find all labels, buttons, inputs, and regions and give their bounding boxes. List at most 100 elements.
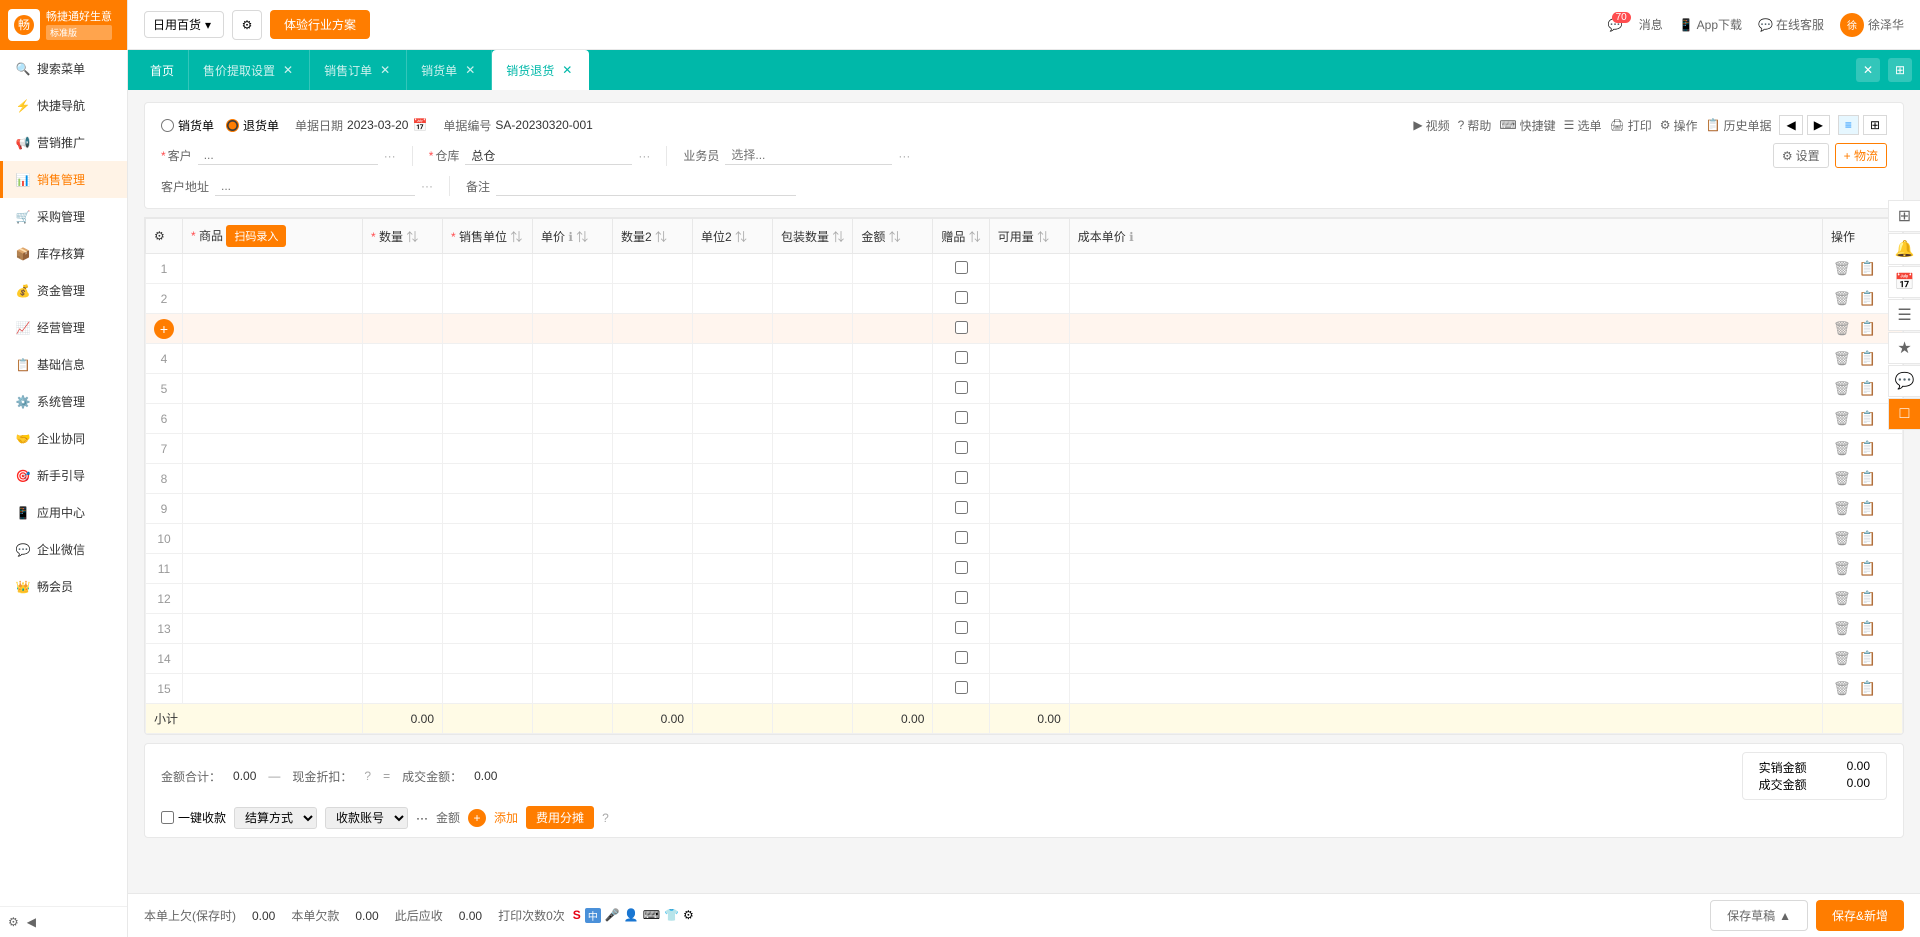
radio-return[interactable]: 退货单 [226, 117, 279, 134]
cost-cell-15[interactable] [1069, 674, 1822, 704]
sidebar-item-0[interactable]: 🔍 搜索菜单 [0, 50, 127, 87]
right-tool-list[interactable]: ☰ [1888, 299, 1920, 331]
price-cell-8[interactable] [533, 464, 613, 494]
cost-cell-4[interactable] [1069, 344, 1822, 374]
pack-cell-15[interactable] [773, 674, 853, 704]
qty2-cell-11[interactable] [613, 554, 693, 584]
save-new-button[interactable]: 保存&新增 [1816, 900, 1904, 931]
right-tool-chat[interactable]: 💬 [1888, 365, 1920, 397]
qty-cell-5[interactable] [363, 374, 443, 404]
gift-check-14[interactable] [955, 651, 968, 664]
add-payment-button[interactable]: + [468, 809, 486, 827]
save-draft-button[interactable]: 保存草稿 ▲ [1710, 900, 1808, 931]
copy-button-6[interactable]: 📋 [1857, 408, 1878, 429]
price-cell-5[interactable] [533, 374, 613, 404]
product-cell-8[interactable] [183, 464, 363, 494]
qty-cell-2[interactable] [363, 284, 443, 314]
tab-close-4[interactable]: ✕ [560, 63, 574, 77]
customer-input[interactable] [198, 146, 378, 165]
available-cell-5[interactable] [989, 374, 1069, 404]
sidebar-item-7[interactable]: 📈 经营管理 [0, 309, 127, 346]
available-cell-9[interactable] [989, 494, 1069, 524]
video-btn[interactable]: ▶ 视频 [1413, 117, 1449, 134]
sidebar-item-11[interactable]: 🎯 新手引导 [0, 457, 127, 494]
delete-button-3[interactable]: 🗑 [1831, 318, 1853, 339]
radio-sales[interactable]: 销货单 [161, 117, 214, 134]
pack-cell-6[interactable] [773, 404, 853, 434]
qty-cell-9[interactable] [363, 494, 443, 524]
sidebar-item-1[interactable]: ⚡ 快捷导航 [0, 87, 127, 124]
unit-cell-9[interactable] [443, 494, 533, 524]
message-badge[interactable]: 💬 70 [1608, 18, 1623, 32]
qty2-cell-3[interactable] [613, 314, 693, 344]
cost-cell-5[interactable] [1069, 374, 1822, 404]
unit-cell-10[interactable] [443, 524, 533, 554]
delete-button-11[interactable]: 🗑 [1831, 558, 1853, 579]
gift-check-10[interactable] [955, 531, 968, 544]
unit2-cell-14[interactable] [693, 644, 773, 674]
gift-check-4[interactable] [955, 351, 968, 364]
unit-cell-2[interactable] [443, 284, 533, 314]
cost-cell-1[interactable] [1069, 254, 1822, 284]
experience-button[interactable]: 体验行业方案 [270, 10, 370, 39]
available-cell-15[interactable] [989, 674, 1069, 704]
price-cell-4[interactable] [533, 344, 613, 374]
copy-button-1[interactable]: 📋 [1857, 258, 1878, 279]
delete-button-15[interactable]: 🗑 [1831, 678, 1853, 699]
available-cell-4[interactable] [989, 344, 1069, 374]
qty-cell-6[interactable] [363, 404, 443, 434]
available-cell-7[interactable] [989, 434, 1069, 464]
unit2-cell-1[interactable] [693, 254, 773, 284]
qty-cell-12[interactable] [363, 584, 443, 614]
col-gear[interactable]: ⚙ [146, 219, 183, 254]
pack-cell-4[interactable] [773, 344, 853, 374]
calendar-icon[interactable]: 📅 [412, 118, 427, 132]
unit-cell-12[interactable] [443, 584, 533, 614]
price-cell-15[interactable] [533, 674, 613, 704]
gift-check-8[interactable] [955, 471, 968, 484]
sidebar-item-14[interactable]: 👑 畅会员 [0, 568, 127, 605]
unit2-cell-7[interactable] [693, 434, 773, 464]
right-tool-star[interactable]: ★ [1888, 332, 1920, 364]
qty2-cell-1[interactable] [613, 254, 693, 284]
available-cell-11[interactable] [989, 554, 1069, 584]
grid-view-button[interactable]: ⊞ [1863, 115, 1887, 135]
amount-cell-10[interactable] [853, 524, 933, 554]
unit2-cell-10[interactable] [693, 524, 773, 554]
calc-method-select[interactable]: 结算方式 [234, 807, 317, 829]
right-tool-bell[interactable]: 🔔 [1888, 233, 1920, 265]
select-btn[interactable]: ☰ 选单 [1564, 117, 1602, 134]
unit2-cell-3[interactable] [693, 314, 773, 344]
delete-button-14[interactable]: 🗑 [1831, 648, 1853, 669]
price-cell-11[interactable] [533, 554, 613, 584]
available-cell-8[interactable] [989, 464, 1069, 494]
pack-cell-9[interactable] [773, 494, 853, 524]
sidebar-item-2[interactable]: 📢 营销推广 [0, 124, 127, 161]
copy-button-2[interactable]: 📋 [1857, 288, 1878, 309]
available-cell-6[interactable] [989, 404, 1069, 434]
price-cell-2[interactable] [533, 284, 613, 314]
right-tool-calendar[interactable]: 📅 [1888, 266, 1920, 298]
product-cell-11[interactable] [183, 554, 363, 584]
fee-split-button[interactable]: 费用分摊 [526, 806, 594, 829]
amount-cell-14[interactable] [853, 644, 933, 674]
print-btn[interactable]: 🖨 打印 [1609, 117, 1651, 134]
address-dots[interactable]: ··· [421, 179, 433, 193]
product-cell-14[interactable] [183, 644, 363, 674]
product-cell-5[interactable] [183, 374, 363, 404]
price-cell-9[interactable] [533, 494, 613, 524]
gift-check-9[interactable] [955, 501, 968, 514]
qty-cell-8[interactable] [363, 464, 443, 494]
delete-button-2[interactable]: 🗑 [1831, 288, 1853, 309]
account-select[interactable]: 收款账号 [325, 807, 408, 829]
tab-0[interactable]: 首页 [136, 50, 189, 90]
shortcut-btn[interactable]: ⌨ 快捷键 [1499, 117, 1555, 134]
qty-cell-3[interactable] [363, 314, 443, 344]
price-cell-12[interactable] [533, 584, 613, 614]
price-cell-14[interactable] [533, 644, 613, 674]
copy-button-12[interactable]: 📋 [1857, 588, 1878, 609]
right-tool-active[interactable]: □ [1888, 398, 1920, 430]
amount-cell-1[interactable] [853, 254, 933, 284]
list-view-button[interactable]: ≡ [1838, 115, 1859, 135]
qty2-cell-10[interactable] [613, 524, 693, 554]
